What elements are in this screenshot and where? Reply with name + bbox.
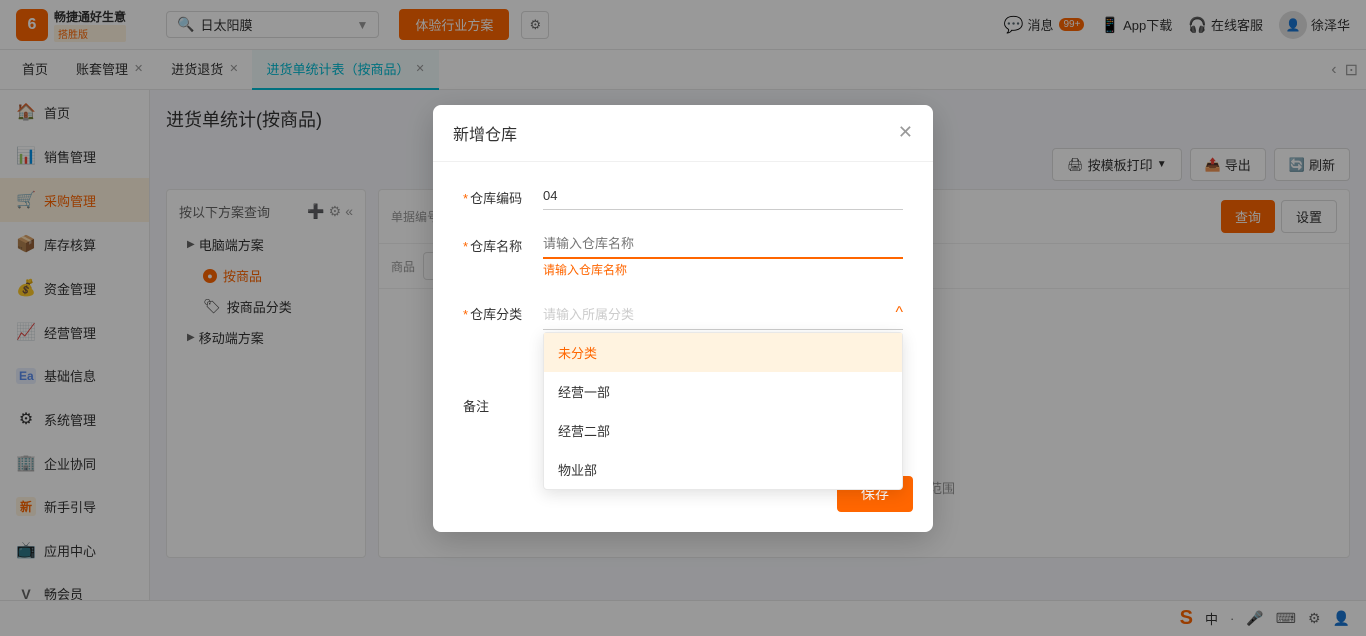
note-label: 备注 [463,390,543,415]
modal-header: 新增仓库 ✕ [433,105,933,162]
name-input-wrap: 请输入仓库名称 [543,230,903,278]
form-row-category: *仓库分类 请输入所属分类 ^ 未分类 经营一部 经营二部 物业部 [463,298,903,330]
dropdown-item-dept1[interactable]: 经营一部 [544,372,902,411]
form-row-name: *仓库名称 请输入仓库名称 [463,230,903,278]
code-input[interactable] [543,182,903,210]
name-label: *仓库名称 [463,230,543,255]
name-error-msg: 请输入仓库名称 [543,261,903,278]
dropdown-item-dept3[interactable]: 物业部 [544,450,902,489]
category-select[interactable]: 请输入所属分类 ^ [543,298,903,330]
dropdown-item-none[interactable]: 未分类 [544,333,902,372]
code-label: *仓库编码 [463,182,543,207]
code-input-wrap [543,182,903,210]
modal-overlay: 新增仓库 ✕ *仓库编码 *仓库名称 请输入仓库名称 [0,0,1366,636]
modal-body: *仓库编码 *仓库名称 请输入仓库名称 *仓库分类 [433,162,933,476]
modal-close-btn[interactable]: ✕ [898,122,913,143]
form-row-code: *仓库编码 [463,182,903,210]
dropdown-item-dept2[interactable]: 经营二部 [544,411,902,450]
name-input[interactable] [543,230,903,259]
add-warehouse-modal: 新增仓库 ✕ *仓库编码 *仓库名称 请输入仓库名称 [433,105,933,532]
category-label: *仓库分类 [463,298,543,323]
category-arrow-icon: ^ [895,304,903,322]
category-dropdown: 未分类 经营一部 经营二部 物业部 [543,332,903,490]
category-select-wrap: 请输入所属分类 ^ 未分类 经营一部 经营二部 物业部 [543,298,903,330]
